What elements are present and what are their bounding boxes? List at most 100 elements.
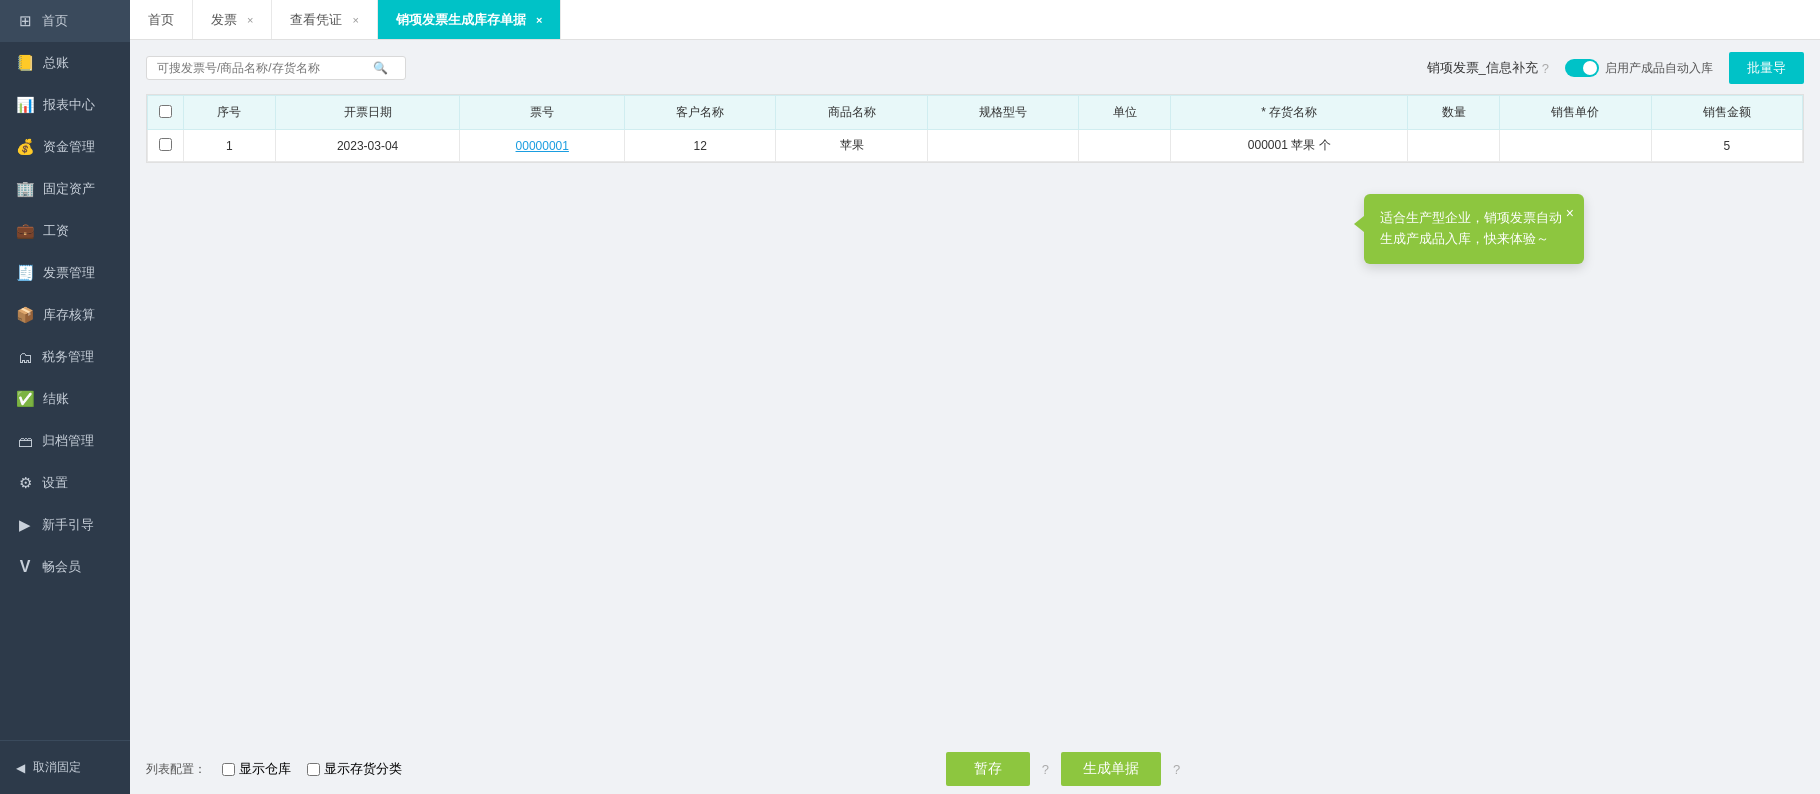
table-wrap: 序号 开票日期 票号 客户名称 商品名称 规格型号 单位 * 存货名称 数量 销… bbox=[146, 94, 1804, 163]
auto-inbound-toggle[interactable] bbox=[1565, 59, 1599, 77]
payroll-icon: 💼 bbox=[16, 222, 35, 240]
search-box[interactable]: 🔍 bbox=[146, 56, 406, 80]
home-icon: ⊞ bbox=[16, 12, 34, 30]
assets-icon: 🏢 bbox=[16, 180, 35, 198]
show-inventory-category-label: 显示存货分类 bbox=[324, 760, 402, 778]
sidebar-item-guide[interactable]: ▶ 新手引导 bbox=[0, 504, 130, 546]
generate-button[interactable]: 生成单据 bbox=[1061, 752, 1161, 786]
unfix-label: 取消固定 bbox=[33, 759, 81, 776]
sidebar-item-label: 固定资产 bbox=[43, 180, 95, 198]
tab-voucher-label: 查看凭证 bbox=[290, 11, 342, 29]
sidebar-item-label: 归档管理 bbox=[42, 432, 94, 450]
batch-button[interactable]: 批量导 bbox=[1729, 52, 1804, 84]
select-all-checkbox[interactable] bbox=[159, 105, 172, 118]
sidebar-item-assets[interactable]: 🏢 固定资产 bbox=[0, 168, 130, 210]
row-spec bbox=[927, 130, 1078, 162]
col-header-number: 票号 bbox=[460, 96, 625, 130]
toggle-group: 启用产成品自动入库 bbox=[1565, 59, 1713, 77]
sidebar-item-label: 畅会员 bbox=[42, 558, 81, 576]
row-number[interactable]: 00000001 bbox=[460, 130, 625, 162]
list-config-label: 列表配置： bbox=[146, 761, 206, 778]
tab-home[interactable]: 首页 bbox=[130, 0, 193, 39]
info-label: 销项发票_信息补充 ? bbox=[1427, 59, 1549, 77]
save-tooltip-icon[interactable]: ? bbox=[1042, 762, 1049, 777]
tab-invoice-close[interactable]: × bbox=[247, 14, 253, 26]
generate-tooltip-icon[interactable]: ? bbox=[1173, 762, 1180, 777]
col-header-unit-price: 销售单价 bbox=[1500, 96, 1651, 130]
sidebar-item-label: 库存核算 bbox=[43, 306, 95, 324]
row-customer: 12 bbox=[625, 130, 776, 162]
reports-icon: 📊 bbox=[16, 96, 35, 114]
col-header-quantity: 数量 bbox=[1408, 96, 1500, 130]
guide-icon: ▶ bbox=[16, 516, 34, 534]
col-header-checkbox bbox=[148, 96, 184, 130]
footer-left: 列表配置： 显示仓库 显示存货分类 bbox=[146, 760, 402, 778]
settings-icon: ⚙ bbox=[16, 474, 34, 492]
sidebar-item-archive[interactable]: 🗃 归档管理 bbox=[0, 420, 130, 462]
member-icon: V bbox=[16, 558, 34, 576]
show-inventory-category-checkbox[interactable] bbox=[307, 763, 320, 776]
unfix-button[interactable]: ◀ 取消固定 bbox=[0, 749, 130, 786]
toggle-label: 启用产成品自动入库 bbox=[1605, 60, 1713, 77]
show-warehouse-checkbox[interactable] bbox=[222, 763, 235, 776]
tooltip-close-button[interactable]: × bbox=[1566, 202, 1574, 224]
sidebar-item-ledger[interactable]: 📒 总账 bbox=[0, 42, 130, 84]
show-inventory-category-wrap: 显示存货分类 bbox=[307, 760, 402, 778]
toolbar-right: 销项发票_信息补充 ? 启用产成品自动入库 批量导 bbox=[1427, 52, 1804, 84]
sidebar-item-invoice[interactable]: 🧾 发票管理 bbox=[0, 252, 130, 294]
footer-center: 暂存 ? 生成单据 ? bbox=[946, 752, 1180, 786]
tab-invoice-label: 发票 bbox=[211, 11, 237, 29]
tab-sale-invoice-close[interactable]: × bbox=[536, 14, 542, 26]
tab-home-label: 首页 bbox=[148, 11, 174, 29]
tab-sale-invoice[interactable]: 销项发票生成库存单据 × bbox=[378, 0, 561, 39]
inventory-icon: 📦 bbox=[16, 306, 35, 324]
sidebar-item-label: 新手引导 bbox=[42, 516, 94, 534]
tooltip-popup: × 适合生产型企业，销项发票自动生成产成品入库，快来体验～ bbox=[1364, 194, 1584, 264]
sidebar-item-settings[interactable]: ⚙ 设置 bbox=[0, 462, 130, 504]
col-header-customer: 客户名称 bbox=[625, 96, 776, 130]
show-warehouse-wrap: 显示仓库 bbox=[222, 760, 291, 778]
sidebar-item-settlement[interactable]: ✅ 结账 bbox=[0, 378, 130, 420]
sidebar-item-label: 资金管理 bbox=[43, 138, 95, 156]
sidebar-item-home[interactable]: ⊞ 首页 bbox=[0, 0, 130, 42]
tab-voucher-close[interactable]: × bbox=[352, 14, 358, 26]
sidebar-item-label: 工资 bbox=[43, 222, 69, 240]
row-checkbox[interactable] bbox=[159, 138, 172, 151]
settlement-icon: ✅ bbox=[16, 390, 35, 408]
data-table: 序号 开票日期 票号 客户名称 商品名称 规格型号 单位 * 存货名称 数量 销… bbox=[147, 95, 1803, 162]
tab-invoice[interactable]: 发票 × bbox=[193, 0, 272, 39]
col-header-amount: 销售金额 bbox=[1651, 96, 1802, 130]
sidebar: ⊞ 首页 📒 总账 📊 报表中心 💰 资金管理 🏢 固定资产 💼 工资 🧾 发票… bbox=[0, 0, 130, 794]
info-label-text: 销项发票_信息补充 bbox=[1427, 59, 1538, 77]
sidebar-item-label: 税务管理 bbox=[42, 348, 94, 366]
sidebar-item-label: 设置 bbox=[42, 474, 68, 492]
col-header-seq: 序号 bbox=[184, 96, 276, 130]
sidebar-item-funds[interactable]: 💰 资金管理 bbox=[0, 126, 130, 168]
row-quantity bbox=[1408, 130, 1500, 162]
row-amount: 5 bbox=[1651, 130, 1802, 162]
table-container: 序号 开票日期 票号 客户名称 商品名称 规格型号 单位 * 存货名称 数量 销… bbox=[146, 94, 1804, 742]
tab-sale-invoice-label: 销项发票生成库存单据 bbox=[396, 11, 526, 29]
row-unit bbox=[1079, 130, 1171, 162]
search-icon: 🔍 bbox=[373, 61, 388, 75]
tooltip-text: 适合生产型企业，销项发票自动生成产成品入库，快来体验～ bbox=[1380, 210, 1562, 246]
sidebar-item-inventory[interactable]: 📦 库存核算 bbox=[0, 294, 130, 336]
tax-icon: 🗂 bbox=[16, 349, 34, 366]
sidebar-item-member[interactable]: V 畅会员 bbox=[0, 546, 130, 588]
sidebar-item-label: 报表中心 bbox=[43, 96, 95, 114]
sidebar-item-payroll[interactable]: 💼 工资 bbox=[0, 210, 130, 252]
row-product: 苹果 bbox=[776, 130, 927, 162]
sidebar-item-tax[interactable]: 🗂 税务管理 bbox=[0, 336, 130, 378]
col-header-inventory: * 存货名称 bbox=[1170, 96, 1407, 130]
info-help-icon[interactable]: ? bbox=[1542, 61, 1549, 76]
tab-voucher[interactable]: 查看凭证 × bbox=[272, 0, 377, 39]
tabbar: 首页 发票 × 查看凭证 × 销项发票生成库存单据 × bbox=[130, 0, 1820, 40]
invoice-icon: 🧾 bbox=[16, 264, 35, 282]
search-input[interactable] bbox=[157, 61, 367, 75]
sidebar-item-reports[interactable]: 📊 报表中心 bbox=[0, 84, 130, 126]
content-area: 🔍 销项发票_信息补充 ? 启用产成品自动入库 批量导 bbox=[130, 40, 1820, 794]
row-date: 2023-03-04 bbox=[275, 130, 460, 162]
row-checkbox-cell bbox=[148, 130, 184, 162]
save-button[interactable]: 暂存 bbox=[946, 752, 1030, 786]
sidebar-item-label: 结账 bbox=[43, 390, 69, 408]
